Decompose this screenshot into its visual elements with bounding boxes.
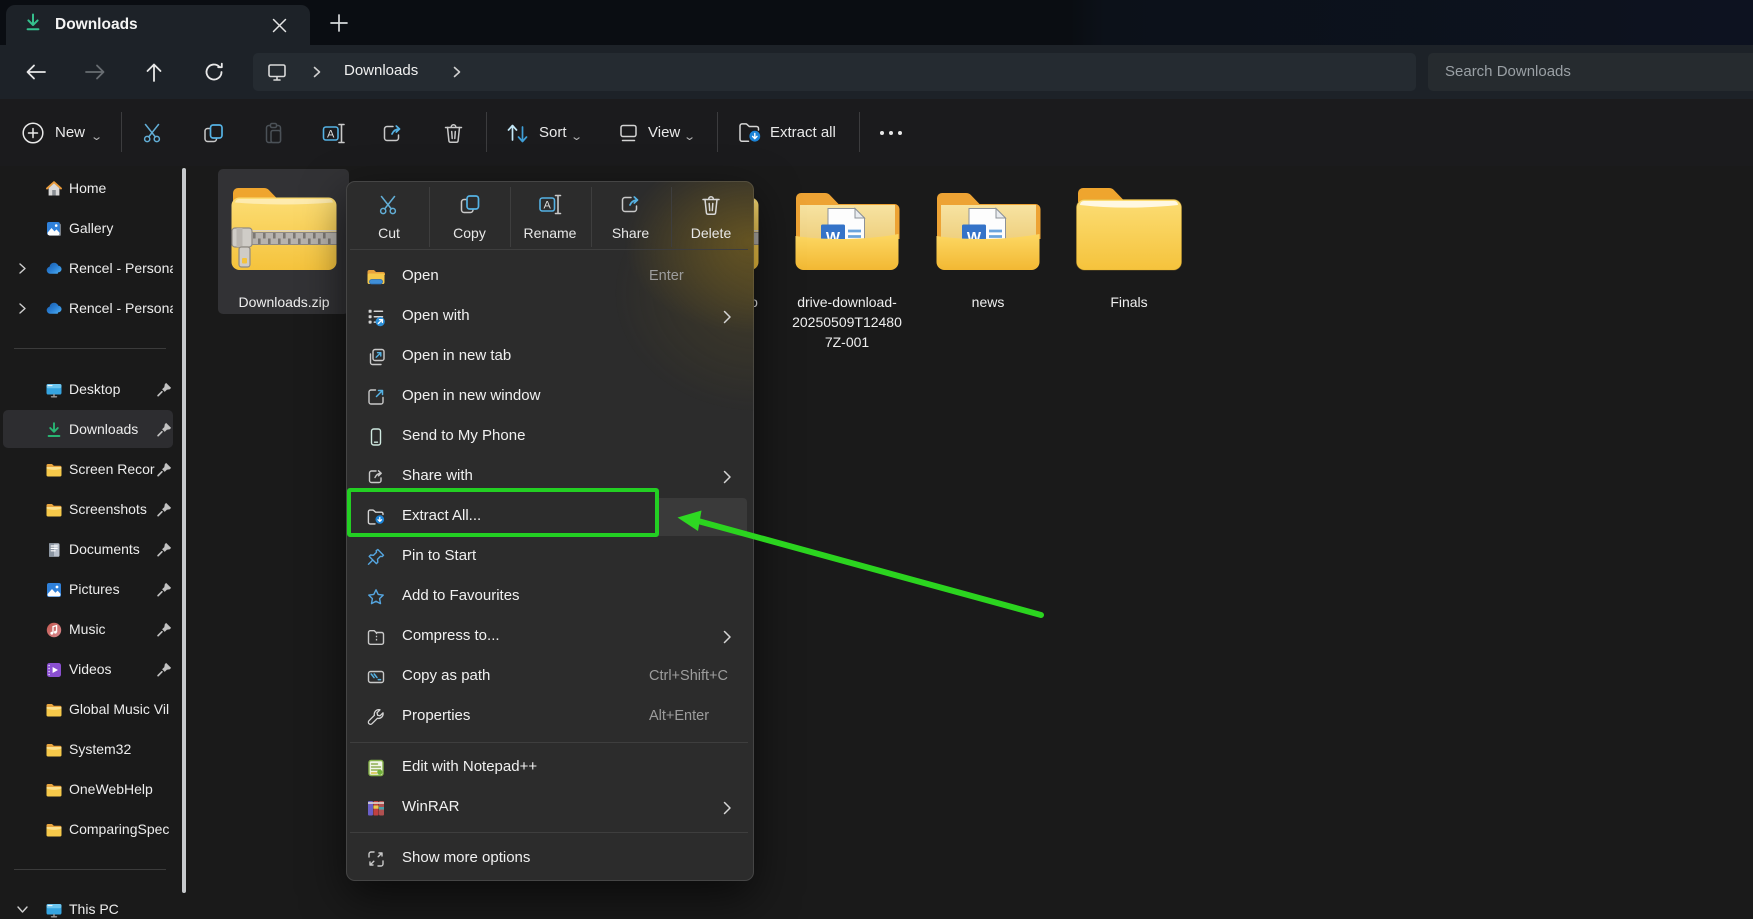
svg-text:A: A [327, 129, 335, 141]
svg-text:A: A [544, 200, 552, 212]
